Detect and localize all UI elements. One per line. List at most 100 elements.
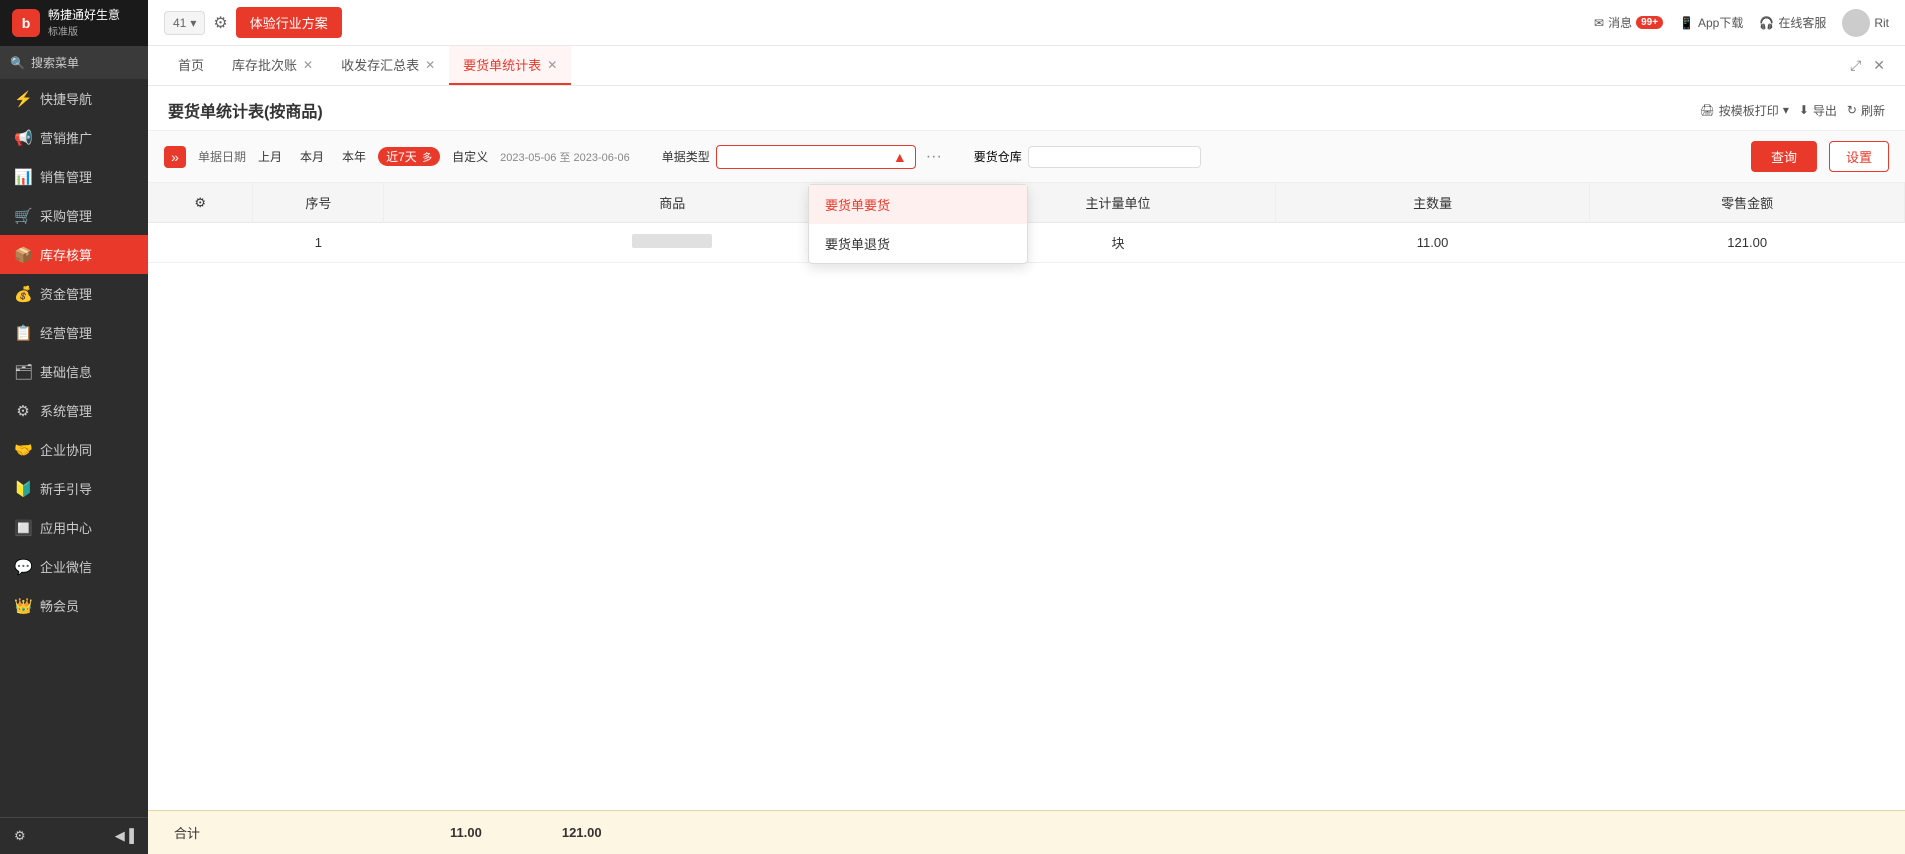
header-right: ✉ 消息 99+ 📱 App下载 🎧 在线客服 Rit	[1594, 9, 1889, 37]
col-amount: 零售金额	[1590, 183, 1905, 223]
marketing-icon: 📢	[14, 129, 32, 147]
online-service-link[interactable]: 🎧 在线客服	[1759, 14, 1826, 31]
tab-inventory-batch-close[interactable]: ✕	[303, 58, 313, 72]
user-name: Rit	[1874, 16, 1889, 30]
date-custom[interactable]: 自定义	[446, 146, 494, 167]
dropdown-item-order-request[interactable]: 要货单要货	[809, 185, 1027, 224]
sidebar-item-wechat[interactable]: 💬 企业微信	[0, 547, 148, 586]
sidebar-item-label: 库存核算	[40, 245, 92, 264]
app-download-link[interactable]: 📱 App下载	[1679, 14, 1743, 31]
print-template-button[interactable]: 🖨 按模板打印 ▾	[1700, 102, 1789, 119]
sidebar-item-system[interactable]: ⚙ 系统管理	[0, 391, 148, 430]
main-area: 41 ▾ ⚙ 体验行业方案 ✉ 消息 99+ 📱 App下载 🎧 在线客服 R	[148, 0, 1905, 854]
sidebar-item-basic[interactable]: 🗂 基础信息	[0, 352, 148, 391]
sidebar: b 畅捷通好生意 标准版 🔍 搜索菜单 ⚡ 快捷导航 📢 营销推广 📊 销售管理…	[0, 0, 148, 854]
sidebar-item-label: 销售管理	[40, 167, 92, 186]
collapse-icon[interactable]: ◀▐	[115, 828, 134, 844]
company-selector[interactable]: 41 ▾	[164, 11, 205, 35]
sidebar-item-label: 畅会员	[40, 596, 79, 615]
tab-bar: 首页 库存批次账 ✕ 收发存汇总表 ✕ 要货单统计表 ✕ ⤢ ✕	[148, 46, 1905, 86]
date-this-month[interactable]: 本月	[294, 146, 330, 167]
dropdown-item-order-return[interactable]: 要货单退货	[809, 224, 1027, 263]
filter-bar: » 单据日期 上月 本月 本年 近7天 多 自定义 2023-05-06 至 2…	[148, 131, 1905, 183]
row-qty: 11.00	[1275, 223, 1590, 263]
top-header: 41 ▾ ⚙ 体验行业方案 ✉ 消息 99+ 📱 App下载 🎧 在线客服 R	[148, 0, 1905, 46]
expand-filter-button[interactable]: »	[164, 146, 186, 168]
header-left: 41 ▾ ⚙ 体验行业方案	[164, 7, 1582, 38]
tab-maximize-button[interactable]: ⤢	[1846, 53, 1865, 78]
sidebar-item-operations[interactable]: 📋 经营管理	[0, 313, 148, 352]
sidebar-item-inventory[interactable]: 📦 库存核算	[0, 235, 148, 274]
tab-receivable[interactable]: 收发存汇总表 ✕	[327, 46, 449, 85]
apps-icon: 🔲	[14, 519, 32, 537]
query-button[interactable]: 查询	[1751, 141, 1817, 172]
tab-receivable-close[interactable]: ✕	[425, 58, 435, 72]
tab-close-all-button[interactable]: ✕	[1869, 53, 1889, 78]
wechat-icon: 💬	[14, 558, 32, 576]
total-label: 合计	[174, 823, 200, 842]
sidebar-item-label: 经营管理	[40, 323, 92, 342]
export-icon: ⬇	[1799, 103, 1809, 117]
chevron-down-icon: ▾	[1783, 103, 1789, 117]
type-dropdown-menu: 要货单要货 要货单退货	[808, 184, 1028, 264]
date-last-month[interactable]: 上月	[252, 146, 288, 167]
filter-more-button[interactable]: ···	[926, 148, 942, 166]
refresh-button[interactable]: ↻ 刷新	[1847, 102, 1885, 119]
system-icon: ⚙	[14, 402, 32, 420]
date-label: 单据日期	[198, 148, 246, 165]
tab-order-stats-close[interactable]: ✕	[547, 58, 557, 72]
type-input[interactable]	[725, 150, 893, 164]
sidebar-item-label: 营销推广	[40, 128, 92, 147]
enterprise-icon: 🤝	[14, 441, 32, 459]
sidebar-item-finance[interactable]: 💰 资金管理	[0, 274, 148, 313]
date-range-display: 2023-05-06 至 2023-06-06	[500, 149, 630, 165]
sidebar-item-purchase[interactable]: 🛒 采购管理	[0, 196, 148, 235]
sidebar-item-guide[interactable]: 🔰 新手引导	[0, 469, 148, 508]
search-icon: 🔍	[10, 56, 25, 70]
settings-button[interactable]: 设置	[1829, 141, 1889, 172]
member-icon: 👑	[14, 597, 32, 615]
basic-icon: 🗂	[14, 363, 32, 381]
header-gear-button[interactable]: ⚙	[213, 13, 227, 33]
expand-icon: »	[171, 149, 179, 165]
dropdown-up-icon[interactable]: ▲	[893, 149, 907, 165]
warehouse-input[interactable]	[1028, 146, 1201, 168]
date-7days[interactable]: 近7天 多	[378, 147, 440, 166]
sidebar-item-quick-nav[interactable]: ⚡ 快捷导航	[0, 79, 148, 118]
tab-inventory-batch-label: 库存批次账	[232, 55, 297, 74]
sidebar-item-apps[interactable]: 🔲 应用中心	[0, 508, 148, 547]
search-menu[interactable]: 🔍 搜索菜单	[0, 46, 148, 79]
type-input-wrap[interactable]: ▲	[716, 145, 916, 169]
col-settings[interactable]: ⚙	[148, 183, 253, 223]
sidebar-item-marketing[interactable]: 📢 营销推广	[0, 118, 148, 157]
product-placeholder	[632, 234, 712, 248]
app-logo: b 畅捷通好生意 标准版	[0, 0, 148, 46]
tab-home[interactable]: 首页	[164, 46, 218, 85]
type-label: 单据类型	[662, 148, 710, 165]
settings-icon[interactable]: ⚙	[14, 828, 26, 844]
sidebar-item-enterprise[interactable]: 🤝 企业协同	[0, 430, 148, 469]
sidebar-item-label: 企业微信	[40, 557, 92, 576]
sidebar-footer: ⚙ ◀▐	[0, 817, 148, 854]
tab-actions: ⤢ ✕	[1846, 53, 1889, 78]
tab-order-stats[interactable]: 要货单统计表 ✕	[449, 46, 571, 85]
date-this-year[interactable]: 本年	[336, 146, 372, 167]
tab-inventory-batch[interactable]: 库存批次账 ✕	[218, 46, 327, 85]
message-badge[interactable]: ✉ 消息 99+	[1594, 14, 1663, 31]
chevron-down-icon: ▾	[190, 16, 196, 30]
warehouse-filter-group: 要货仓库	[974, 146, 1201, 168]
sidebar-item-label: 系统管理	[40, 401, 92, 420]
online-service-label: 在线客服	[1778, 14, 1826, 31]
trial-button[interactable]: 体验行业方案	[236, 7, 342, 38]
user-avatar[interactable]: Rit	[1842, 9, 1889, 37]
sidebar-item-sales[interactable]: 📊 销售管理	[0, 157, 148, 196]
service-icon: 🎧	[1759, 16, 1774, 30]
app-subtitle: 标准版	[48, 23, 120, 38]
sidebar-item-label: 基础信息	[40, 362, 92, 381]
sidebar-item-member[interactable]: 👑 畅会员	[0, 586, 148, 625]
message-icon: ✉	[1594, 16, 1604, 30]
phone-icon: 📱	[1679, 16, 1694, 30]
sidebar-item-label: 企业协同	[40, 440, 92, 459]
export-button[interactable]: ⬇ 导出	[1799, 102, 1837, 119]
tab-receivable-label: 收发存汇总表	[341, 55, 419, 74]
